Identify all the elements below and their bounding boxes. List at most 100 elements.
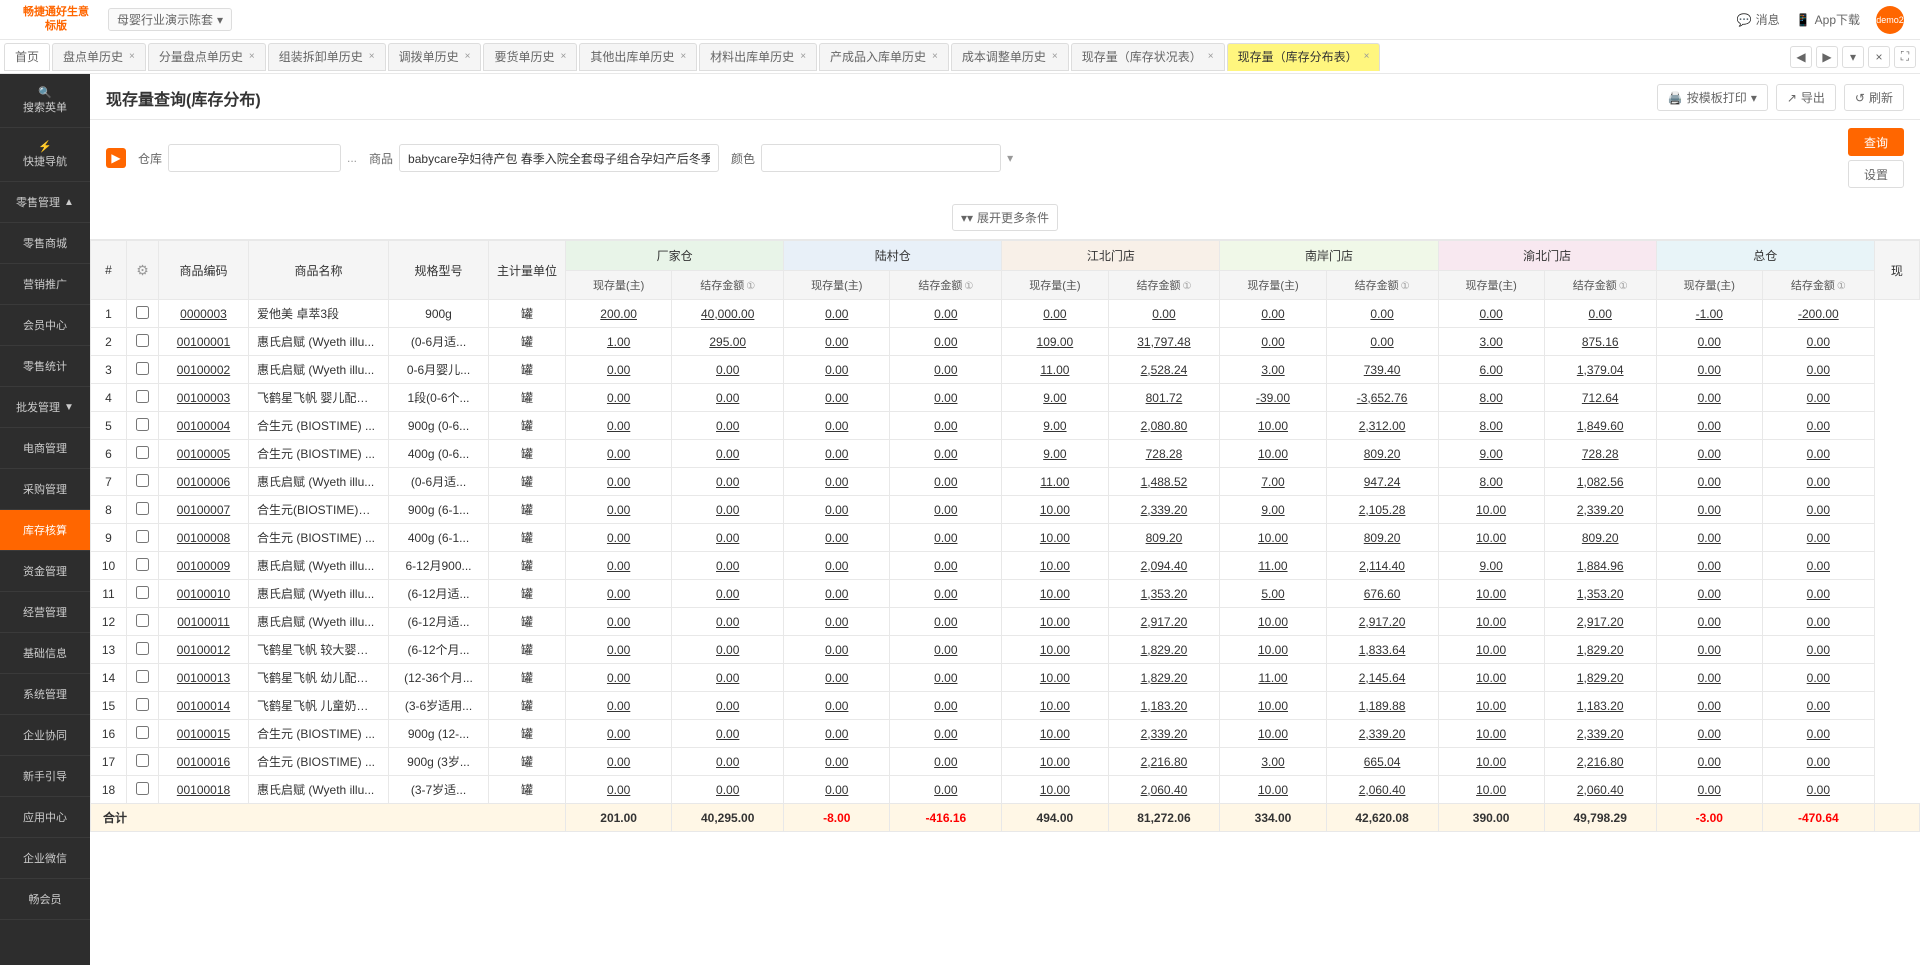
tab-close-requisition-history[interactable]: × <box>560 51 566 62</box>
cell-checkbox[interactable] <box>127 776 159 804</box>
cell-checkbox[interactable] <box>127 496 159 524</box>
table-row: 1100100010惠氏启赋 (Wyeth illu...(6-12月适...罐… <box>91 580 1920 608</box>
tab-other-out-history[interactable]: 其他出库单历史 × <box>579 43 697 71</box>
tab-material-out-history[interactable]: 材料出库单历史 × <box>699 43 817 71</box>
color-input[interactable] <box>761 144 1001 172</box>
tab-close-stock-dist[interactable]: × <box>1364 51 1370 62</box>
cell-checkbox[interactable] <box>127 552 159 580</box>
sidebar-item-finance[interactable]: 资金管理 <box>0 551 90 592</box>
sidebar-item-wholesale[interactable]: 批发管理 ▼ <box>0 387 90 428</box>
info-icon-5[interactable]: ① <box>1619 281 1628 292</box>
cell-checkbox[interactable] <box>127 440 159 468</box>
print-button[interactable]: 🖨️ 按模板打印 ▾ <box>1657 84 1768 111</box>
sidebar-item-wechat[interactable]: 企业微信 <box>0 838 90 879</box>
store-selector[interactable]: 母婴行业演示陈套 ▾ <box>108 8 232 31</box>
user-profile[interactable]: demo2 <box>1876 6 1904 34</box>
export-button[interactable]: ↗ 导出 <box>1776 84 1836 111</box>
sidebar-item-retail-stats[interactable]: 零售统计 <box>0 346 90 387</box>
tab-menu-button[interactable]: ▾ <box>1842 46 1864 68</box>
warehouse-input[interactable] <box>168 144 341 172</box>
sidebar-item-marketing[interactable]: 营销推广 <box>0 264 90 305</box>
column-settings-icon[interactable]: ⚙ <box>136 262 149 278</box>
tab-next-button[interactable]: ▶ <box>1816 46 1838 68</box>
cell-checkbox[interactable] <box>127 300 159 328</box>
tab-close-product-in-history[interactable]: × <box>932 51 938 62</box>
search-button[interactable]: 查询 <box>1848 128 1904 156</box>
message-button[interactable]: 💬 消息 <box>1737 11 1780 28</box>
cell-checkbox[interactable] <box>127 412 159 440</box>
warehouse-more-button[interactable]: ... <box>347 151 357 165</box>
tab-close-material-out-history[interactable]: × <box>800 51 806 62</box>
info-icon-2[interactable]: ① <box>964 281 973 292</box>
cell-checkbox[interactable] <box>127 664 159 692</box>
sidebar-item-shortcut[interactable]: ⚡ 快捷导航 <box>0 128 90 182</box>
cell-val-9: 1,379.04 <box>1544 356 1656 384</box>
cell-checkbox[interactable] <box>127 608 159 636</box>
info-icon-4[interactable]: ① <box>1401 281 1410 292</box>
tab-close-other-out-history[interactable]: × <box>680 51 686 62</box>
sidebar-item-appcenter[interactable]: 应用中心 <box>0 797 90 838</box>
cell-checkbox[interactable] <box>127 720 159 748</box>
cell-val-1: 0.00 <box>672 356 784 384</box>
tab-spot-history[interactable]: 盘点单历史 × <box>52 43 146 71</box>
sidebar-item-system[interactable]: 系统管理 <box>0 674 90 715</box>
cell-checkbox[interactable] <box>127 524 159 552</box>
cell-val-10: 0.00 <box>1656 720 1762 748</box>
cell-checkbox[interactable] <box>127 384 159 412</box>
tab-stock-dist[interactable]: 现存量（库存分布表） × <box>1227 43 1381 71</box>
sidebar-item-member2[interactable]: 畅会员 <box>0 879 90 920</box>
tab-fullscreen-button[interactable]: ⛶ <box>1894 46 1916 68</box>
tab-close-cost-adjust-history[interactable]: × <box>1052 51 1058 62</box>
tab-stock-status[interactable]: 现存量（库存状况表） × <box>1071 43 1225 71</box>
tab-assembly-history[interactable]: 组装拆卸单历史 × <box>268 43 386 71</box>
setting-button[interactable]: 设置 <box>1848 160 1904 188</box>
info-icon-3[interactable]: ① <box>1182 281 1191 292</box>
goods-input[interactable] <box>399 144 719 172</box>
tab-close-stock-status[interactable]: × <box>1208 51 1214 62</box>
cell-index: 4 <box>91 384 127 412</box>
tab-close-spot-history[interactable]: × <box>129 51 135 62</box>
tab-requisition-history[interactable]: 要货单历史 × <box>483 43 577 71</box>
tab-cost-adjust-history[interactable]: 成本调整单历史 × <box>951 43 1069 71</box>
filter-toggle-button[interactable]: ▶ <box>106 148 126 168</box>
tab-product-in-history[interactable]: 产成品入库单历史 × <box>819 43 949 71</box>
tab-close-all-button[interactable]: × <box>1868 46 1890 68</box>
cell-val-8: 3.00 <box>1438 328 1544 356</box>
sidebar-item-member[interactable]: 会员中心 <box>0 305 90 346</box>
th-current: 现 <box>1874 241 1919 300</box>
tab-transfer-history[interactable]: 调拨单历史 × <box>388 43 482 71</box>
sidebar-item-retail-store[interactable]: 零售商城 <box>0 223 90 264</box>
cell-checkbox[interactable] <box>127 580 159 608</box>
app-download-button[interactable]: 📱 App下载 <box>1796 11 1860 28</box>
sidebar-item-ecommerce[interactable]: 电商管理 <box>0 428 90 469</box>
tab-close-assembly-history[interactable]: × <box>369 51 375 62</box>
cell-val-5: 809.20 <box>1108 524 1220 552</box>
sidebar-item-retail-mgmt[interactable]: 零售管理 ▲ <box>0 182 90 223</box>
tab-home[interactable]: 首页 <box>4 43 50 71</box>
cell-val-4: 10.00 <box>1002 748 1108 776</box>
info-icon-6[interactable]: ① <box>1837 281 1846 292</box>
tab-close-transfer-history[interactable]: × <box>465 51 471 62</box>
sidebar-item-search[interactable]: 🔍 搜索英单 <box>0 74 90 128</box>
tab-close-fraction-history[interactable]: × <box>249 51 255 62</box>
sidebar-item-operation[interactable]: 经营管理 <box>0 592 90 633</box>
tab-prev-button[interactable]: ◀ <box>1790 46 1812 68</box>
tab-fraction-history[interactable]: 分量盘点单历史 × <box>148 43 266 71</box>
sidebar-item-basic[interactable]: 基础信息 <box>0 633 90 674</box>
cell-checkbox[interactable] <box>127 636 159 664</box>
cell-checkbox[interactable] <box>127 748 159 776</box>
cell-val-3: 0.00 <box>890 552 1002 580</box>
refresh-button[interactable]: ↺ 刷新 <box>1844 84 1904 111</box>
sidebar-item-stock[interactable]: 库存核算 <box>0 510 90 551</box>
sidebar-item-guide[interactable]: 新手引导 <box>0 756 90 797</box>
sidebar-item-purchase[interactable]: 采购管理 <box>0 469 90 510</box>
cell-checkbox[interactable] <box>127 328 159 356</box>
info-icon-1[interactable]: ① <box>746 281 755 292</box>
cell-checkbox[interactable] <box>127 468 159 496</box>
app-label: App下载 <box>1815 11 1860 28</box>
cell-checkbox[interactable] <box>127 692 159 720</box>
sidebar-item-enterprise[interactable]: 企业协同 <box>0 715 90 756</box>
cell-val-0: 0.00 <box>566 468 672 496</box>
expand-conditions-button[interactable]: ▾▾ 展开更多条件 <box>952 204 1058 231</box>
cell-checkbox[interactable] <box>127 356 159 384</box>
